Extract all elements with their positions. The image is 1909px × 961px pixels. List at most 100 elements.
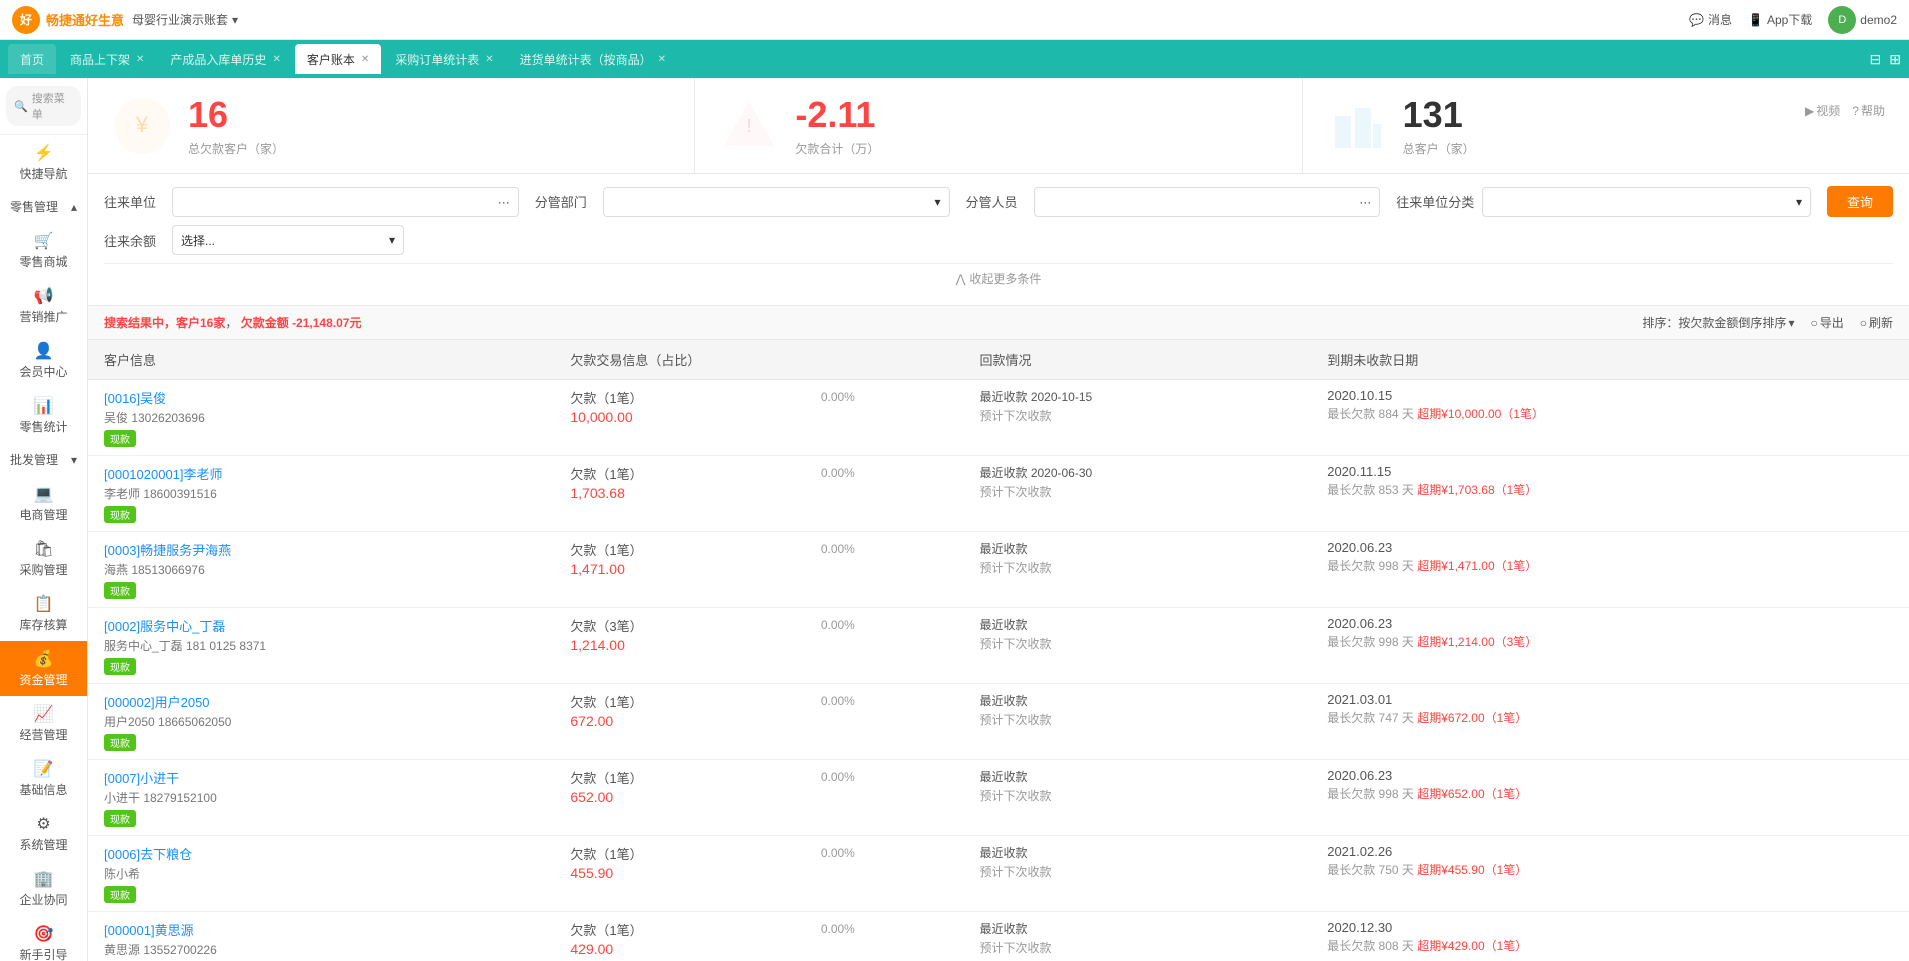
sidebar: 🔍 搜索菜单 ⚡ 快捷导航 零售管理 ▴ 🛒 零售商城 📢 营销推广 👤 会员中… (0, 78, 88, 961)
collapse-more-btn[interactable]: ⋀ 收起更多条件 (104, 263, 1893, 293)
customer-name-1[interactable]: [0001020001]李老师 (104, 464, 538, 483)
sidebar-item-retail-stat[interactable]: 📊 零售统计 (0, 388, 87, 443)
balance-select[interactable]: 选择... ▾ (172, 225, 404, 255)
tab-purchase-order-close[interactable]: ✕ (485, 54, 493, 65)
debt-amount-5: 652.00 (570, 789, 788, 805)
sidebar-item-ecommerce[interactable]: 💻 电商管理 (0, 476, 87, 531)
sidebar-item-quick-nav[interactable]: ⚡ 快捷导航 (0, 135, 87, 190)
overdue-link-3[interactable]: 超期¥1,214.00（3笔） (1417, 635, 1537, 649)
sidebar-item-system[interactable]: ⚙ 系统管理 (0, 806, 87, 861)
cell-due-date-7: 2020.12.30 最长欠款 808 天 超期¥429.00（1笔） (1311, 912, 1909, 961)
col-header-return: 回款情况 (963, 340, 1311, 380)
tab-home[interactable]: 首页 (8, 44, 56, 74)
tab-customer-account[interactable]: 客户账本 ✕ (295, 44, 381, 74)
sidebar-item-finance[interactable]: 💰 资金管理 (0, 641, 87, 696)
unit-category-select[interactable]: ▾ (1482, 187, 1811, 217)
customer-name-2[interactable]: [0003]畅捷服务尹海燕 (104, 540, 538, 559)
dept-label: 分管部门 (535, 192, 595, 211)
customer-name-7[interactable]: [000001]黄思源 (104, 920, 538, 939)
tab-import-stat-close[interactable]: ✕ (658, 54, 666, 65)
help-label: 帮助 (1861, 102, 1885, 119)
cell-debt-count-0: 欠款（1笔） 10,000.00 (554, 380, 804, 456)
overdue-link-6[interactable]: 超期¥455.90（1笔） (1417, 863, 1527, 877)
cell-debt-count-5: 欠款（1笔） 652.00 (554, 760, 804, 836)
message-btn[interactable]: 💬 消息 (1689, 11, 1732, 28)
tab-customer-account-close[interactable]: ✕ (361, 54, 369, 65)
person-input[interactable]: ··· (1034, 187, 1381, 217)
tab-products-close[interactable]: ✕ (136, 54, 144, 65)
stat-video-btn[interactable]: ▶ 视频 (1805, 102, 1840, 119)
tab-expand-icon[interactable]: ⊞ (1889, 51, 1901, 68)
due-date-0: 2020.10.15 (1327, 388, 1893, 403)
sidebar-item-wholesale[interactable]: 批发管理 ▾ (0, 443, 87, 476)
sidebar-item-member[interactable]: 👤 会员中心 (0, 333, 87, 388)
search-btn[interactable]: 查询 (1827, 186, 1893, 217)
customer-name-4[interactable]: [000002]用户2050 (104, 692, 538, 711)
store-selector[interactable]: 母婴行业演示账套 ▾ (132, 11, 238, 28)
member-icon: 👤 (34, 341, 54, 361)
return-next-2: 预计下次收款 (979, 559, 1295, 576)
debt-count-5: 欠款（1笔） (570, 768, 788, 787)
dept-select[interactable]: ▾ (603, 187, 950, 217)
tab-purchase-order[interactable]: 采购订单统计表 ✕ (383, 44, 505, 74)
customer-tag-3: 现款 (104, 658, 136, 675)
cell-return-5: 最近收款 预计下次收款 (963, 760, 1311, 836)
overdue-link-5[interactable]: 超期¥652.00（1笔） (1417, 787, 1527, 801)
tab-production[interactable]: 产成品入库单历史 ✕ (158, 44, 292, 74)
overdue-link-7[interactable]: 超期¥429.00（1笔） (1417, 939, 1527, 953)
tab-import-stat[interactable]: 进货单统计表（按商品） ✕ (508, 44, 678, 74)
sidebar-item-marketing[interactable]: 📢 营销推广 (0, 278, 87, 333)
refresh-btn[interactable]: ○ 刷新 (1860, 314, 1893, 331)
overdue-info-2: 最长欠款 998 天 超期¥1,471.00（1笔） (1327, 557, 1893, 574)
sidebar-item-purchase[interactable]: 🛍 采购管理 (0, 531, 87, 586)
sidebar-search-box[interactable]: 🔍 搜索菜单 (6, 86, 81, 126)
source-unit-dots-icon: ··· (498, 195, 510, 209)
user-btn[interactable]: D demo2 (1828, 6, 1897, 34)
debt-total-icon: ! (719, 96, 779, 156)
retail-manage-label: 零售管理 (10, 198, 58, 215)
overdue-info-3: 最长欠款 998 天 超期¥1,214.00（3笔） (1327, 633, 1893, 650)
cell-due-date-0: 2020.10.15 最长欠款 884 天 超期¥10,000.00（1笔） (1311, 380, 1909, 456)
overdue-info-1: 最长欠款 853 天 超期¥1,703.68（1笔） (1327, 481, 1893, 498)
customer-name-3[interactable]: [0002]服务中心_丁磊 (104, 616, 538, 635)
source-unit-input[interactable]: ··· (172, 187, 519, 217)
refresh-icon: ○ (1860, 316, 1867, 330)
sidebar-item-new-guide[interactable]: 🎯 新手引导 (0, 916, 87, 961)
new-guide-icon: 🎯 (34, 924, 54, 944)
customer-name-5[interactable]: [0007]小进干 (104, 768, 538, 787)
sidebar-item-inventory[interactable]: 📋 库存核算 (0, 586, 87, 641)
tab-collapse-icon[interactable]: ⊟ (1870, 51, 1882, 68)
overdue-link-0[interactable]: 超期¥10,000.00（1笔） (1417, 407, 1544, 421)
overdue-link-1[interactable]: 超期¥1,703.68（1笔） (1417, 483, 1537, 497)
cell-customer-1: [0001020001]李老师 李老师 18600391516 现款 (88, 456, 554, 532)
overdue-info-6: 最长欠款 750 天 超期¥455.90（1笔） (1327, 861, 1893, 878)
sort-select[interactable]: 排序：按欠款金额倒序排序 ▾ (1642, 314, 1794, 331)
table-row: [0007]小进干 小进干 18279152100 现款 欠款（1笔） 652.… (88, 760, 1909, 836)
sidebar-item-retail-manage[interactable]: 零售管理 ▴ (0, 190, 87, 223)
filter-row-2: 往来余额 选择... ▾ (104, 225, 1893, 255)
overdue-link-2[interactable]: 超期¥1,471.00（1笔） (1417, 559, 1537, 573)
customer-name-0[interactable]: [0016]吴俊 (104, 388, 538, 407)
finance-icon: 💰 (34, 649, 54, 669)
sidebar-item-basic-info[interactable]: 📝 基础信息 (0, 751, 87, 806)
sidebar-item-retail-store[interactable]: 🛒 零售商城 (0, 223, 87, 278)
debt-amount-2: 1,471.00 (570, 561, 788, 577)
export-btn[interactable]: ○ 导出 (1810, 314, 1843, 331)
cell-customer-5: [0007]小进干 小进干 18279152100 现款 (88, 760, 554, 836)
overdue-link-4[interactable]: 超期¥672.00（1笔） (1417, 711, 1527, 725)
tab-products[interactable]: 商品上下架 ✕ (58, 44, 156, 74)
sidebar-item-enterprise[interactable]: 🏢 企业协同 (0, 861, 87, 916)
app-download-btn[interactable]: 📱 App下载 (1748, 11, 1812, 28)
cell-due-date-2: 2020.06.23 最长欠款 998 天 超期¥1,471.00（1笔） (1311, 532, 1909, 608)
marketing-icon: 📢 (34, 286, 54, 306)
sidebar-search-placeholder: 搜索菜单 (32, 90, 73, 122)
stat-help-btn[interactable]: ? 帮助 (1852, 102, 1885, 119)
cell-debt-ratio-5: 0.00% (805, 760, 964, 836)
user-name: demo2 (1860, 13, 1897, 27)
inventory-label: 库存核算 (19, 616, 67, 633)
customer-name-6[interactable]: [0006]去下粮仓 (104, 844, 538, 863)
debt-ratio-5: 0.00% (821, 770, 948, 784)
tab-production-close[interactable]: ✕ (272, 54, 280, 65)
sidebar-item-operation[interactable]: 📈 经营管理 (0, 696, 87, 751)
table-row: [0002]服务中心_丁磊 服务中心_丁磊 181 0125 8371 现款 欠… (88, 608, 1909, 684)
